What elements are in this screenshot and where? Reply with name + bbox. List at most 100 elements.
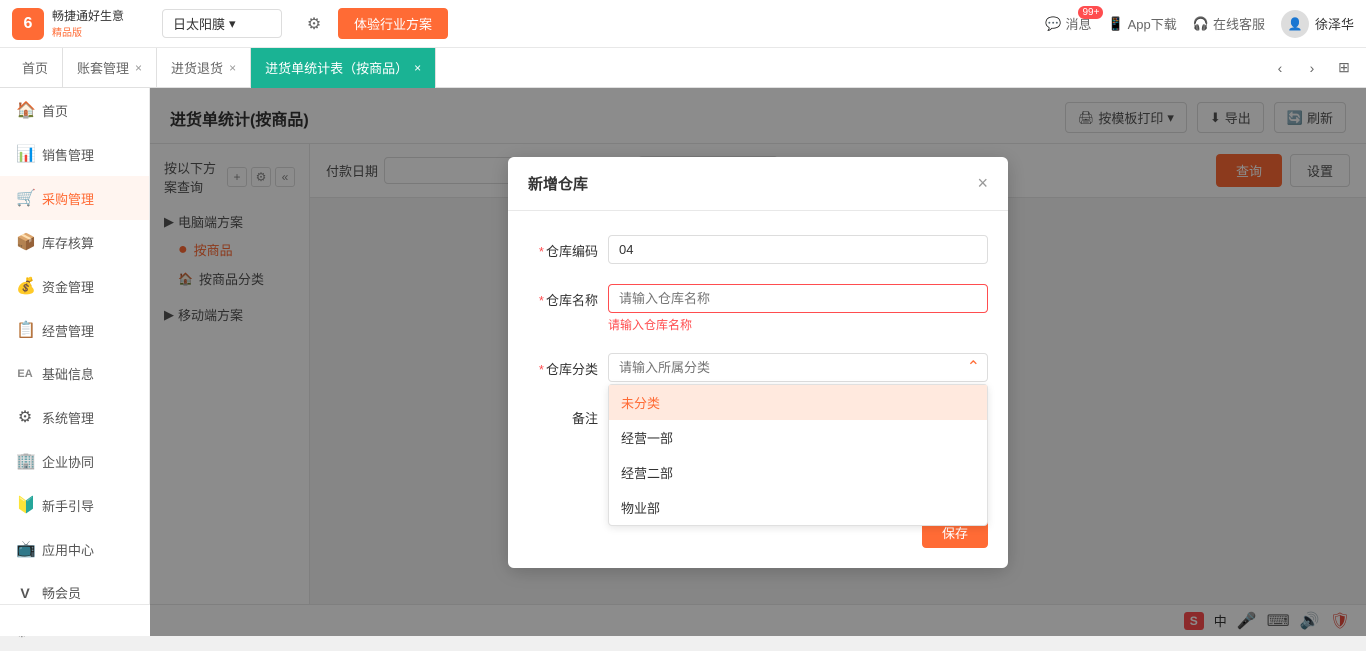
online-service-label: 在线客服 <box>1213 14 1265 33</box>
app-download-button[interactable]: 📱 App下载 <box>1107 14 1176 33</box>
sidebar-item-system[interactable]: ⚙ 系统管理 <box>0 395 149 439</box>
user-area[interactable]: 👤 徐泽华 <box>1281 10 1354 38</box>
dropdown-item-property[interactable]: 物业部 <box>609 490 987 525</box>
dropdown-item-dept2[interactable]: 经营二部 <box>609 455 987 490</box>
tab-accounts-close[interactable]: × <box>135 61 142 75</box>
tab-accounts-label: 账套管理 <box>77 58 129 77</box>
sidebar-item-inventory[interactable]: 📦 库存核算 <box>0 220 149 264</box>
tab-home[interactable]: 首页 <box>8 48 63 88</box>
messages-badge: 99+ <box>1078 6 1103 19</box>
tab-home-label: 首页 <box>22 58 48 77</box>
chevron-down-icon: ▾ <box>229 16 236 32</box>
membership-icon: V <box>16 585 34 601</box>
tab-purchase-stats-close[interactable]: × <box>414 61 421 75</box>
sidebar-item-enterprise[interactable]: 🏢 企业协同 <box>0 439 149 483</box>
store-name: 日太阳膜 <box>173 14 225 33</box>
avatar: 👤 <box>1281 10 1309 38</box>
sales-icon: 📊 <box>16 144 34 164</box>
form-row-category: 仓库分类 ⌃ 未分类 经营一部 经营二部 物业部 <box>528 353 988 382</box>
tab-purchase-stats-label: 进货单统计表（按商品） <box>265 58 408 77</box>
topbar-center: ⚙ 体验行业方案 <box>282 8 1045 40</box>
form-row-code: 仓库编码 <box>528 235 988 264</box>
sidebar-item-finance[interactable]: 💰 资金管理 <box>0 264 149 308</box>
sidebar: 🏠 首页 📊 销售管理 🛒 采购管理 📦 库存核算 💰 资金管理 📋 经营管理 … <box>0 88 150 636</box>
chevron-up-icon[interactable]: ⌃ <box>967 357 980 377</box>
tab-controls: ‹ › ⊞ <box>1266 54 1358 82</box>
tab-menu-button[interactable]: ⊞ <box>1330 54 1358 82</box>
tab-next-button[interactable]: › <box>1298 54 1326 82</box>
logo-title: 畅捷通好生意 <box>52 8 124 25</box>
code-label: 仓库编码 <box>528 235 608 260</box>
sidebar-enterprise-label: 企业协同 <box>42 452 94 471</box>
purchase-icon: 🛒 <box>16 188 34 208</box>
modal-body: 仓库编码 仓库名称 请输入仓库名称 <box>508 211 1008 505</box>
sidebar-home-label: 首页 <box>42 101 68 120</box>
modal-title: 新增仓库 <box>528 173 588 194</box>
system-icon: ⚙ <box>16 407 34 427</box>
sidebar-item-appcenter[interactable]: 📺 应用中心 <box>0 527 149 571</box>
category-dropdown-menu: 未分类 经营一部 经营二部 物业部 <box>608 384 988 526</box>
tabbar: 首页 账套管理 × 进货退货 × 进货单统计表（按商品） × ‹ › ⊞ <box>0 48 1366 88</box>
sidebar-membership-label: 畅会员 <box>42 583 81 602</box>
sidebar-guide-label: 新手引导 <box>42 496 94 515</box>
logo-sub: 精品版 <box>52 24 124 39</box>
sidebar-item-sales[interactable]: 📊 销售管理 <box>0 132 149 176</box>
name-label: 仓库名称 <box>528 284 608 309</box>
topbar: 6 畅捷通好生意 精品版 日太阳膜 ▾ ⚙ 体验行业方案 💬 消息 99+ 📱 … <box>0 0 1366 48</box>
logo-icon: 6 <box>12 8 44 40</box>
sidebar-finance-label: 资金管理 <box>42 277 94 296</box>
dropdown-item-dept1[interactable]: 经营一部 <box>609 420 987 455</box>
phone-icon: 📱 <box>1107 16 1123 32</box>
modal-overlay: 新增仓库 × 仓库编码 仓库名称 <box>150 88 1366 636</box>
name-error-msg: 请输入仓库名称 <box>608 316 988 333</box>
logo-area: 6 畅捷通好生意 精品版 <box>12 8 162 40</box>
tab-prev-button[interactable]: ‹ <box>1266 54 1294 82</box>
tab-purchase-return-close[interactable]: × <box>229 61 236 75</box>
main-layout: 🏠 首页 📊 销售管理 🛒 采购管理 📦 库存核算 💰 资金管理 📋 经营管理 … <box>0 88 1366 636</box>
store-selector[interactable]: 日太阳膜 ▾ <box>162 9 282 38</box>
category-label: 仓库分类 <box>528 353 608 378</box>
modal-close-button[interactable]: × <box>977 173 988 194</box>
sidebar-appcenter-label: 应用中心 <box>42 540 94 559</box>
basic-info-icon: EA <box>16 368 34 380</box>
warehouse-name-input[interactable] <box>608 284 988 313</box>
remarks-label: 备注 <box>528 402 608 427</box>
sidebar-item-basic-info[interactable]: EA 基础信息 <box>0 352 149 395</box>
tab-purchase-stats[interactable]: 进货单统计表（按商品） × <box>251 48 436 88</box>
sidebar-inventory-label: 库存核算 <box>42 233 94 252</box>
tab-accounts[interactable]: 账套管理 × <box>63 48 157 88</box>
tab-purchase-return-label: 进货退货 <box>171 58 223 77</box>
settings-icon[interactable]: ⚙ <box>298 8 330 40</box>
dropdown-item-uncategorized[interactable]: 未分类 <box>609 385 987 420</box>
messages-button[interactable]: 💬 消息 99+ <box>1045 14 1091 33</box>
headset-icon: 🎧 <box>1193 16 1209 32</box>
sidebar-item-purchase[interactable]: 🛒 采购管理 <box>0 176 149 220</box>
sidebar-basic-info-label: 基础信息 <box>42 364 94 383</box>
sidebar-purchase-label: 采购管理 <box>42 189 94 208</box>
home-icon: 🏠 <box>16 100 34 120</box>
app-download-label: App下载 <box>1128 14 1177 33</box>
category-input[interactable] <box>608 353 988 382</box>
sidebar-sales-label: 销售管理 <box>42 145 94 164</box>
sidebar-operations-label: 经营管理 <box>42 321 94 340</box>
name-control: 请输入仓库名称 <box>608 284 988 333</box>
sidebar-item-guide[interactable]: 🔰 新手引导 <box>0 483 149 527</box>
try-industry-button[interactable]: 体验行业方案 <box>338 8 448 39</box>
tab-purchase-return[interactable]: 进货退货 × <box>157 48 251 88</box>
category-control: ⌃ 未分类 经营一部 经营二部 物业部 <box>608 353 988 382</box>
message-icon: 💬 <box>1045 16 1061 32</box>
warehouse-code-input[interactable] <box>608 235 988 264</box>
enterprise-icon: 🏢 <box>16 451 34 471</box>
form-row-name: 仓库名称 请输入仓库名称 <box>528 284 988 333</box>
appcenter-icon: 📺 <box>16 539 34 559</box>
inventory-icon: 📦 <box>16 232 34 252</box>
code-control <box>608 235 988 264</box>
sidebar-system-label: 系统管理 <box>42 408 94 427</box>
content-area: 进货单统计(按商品) 🖨 按模板打印 ▾ ⬇ 导出 🔄 刷新 <box>150 88 1366 636</box>
online-service-button[interactable]: 🎧 在线客服 <box>1193 14 1265 33</box>
sidebar-item-operations[interactable]: 📋 经营管理 <box>0 308 149 352</box>
sidebar-item-home[interactable]: 🏠 首页 <box>0 88 149 132</box>
modal-add-warehouse: 新增仓库 × 仓库编码 仓库名称 <box>508 157 1008 568</box>
username: 徐泽华 <box>1315 14 1354 33</box>
guide-icon: 🔰 <box>16 495 34 515</box>
